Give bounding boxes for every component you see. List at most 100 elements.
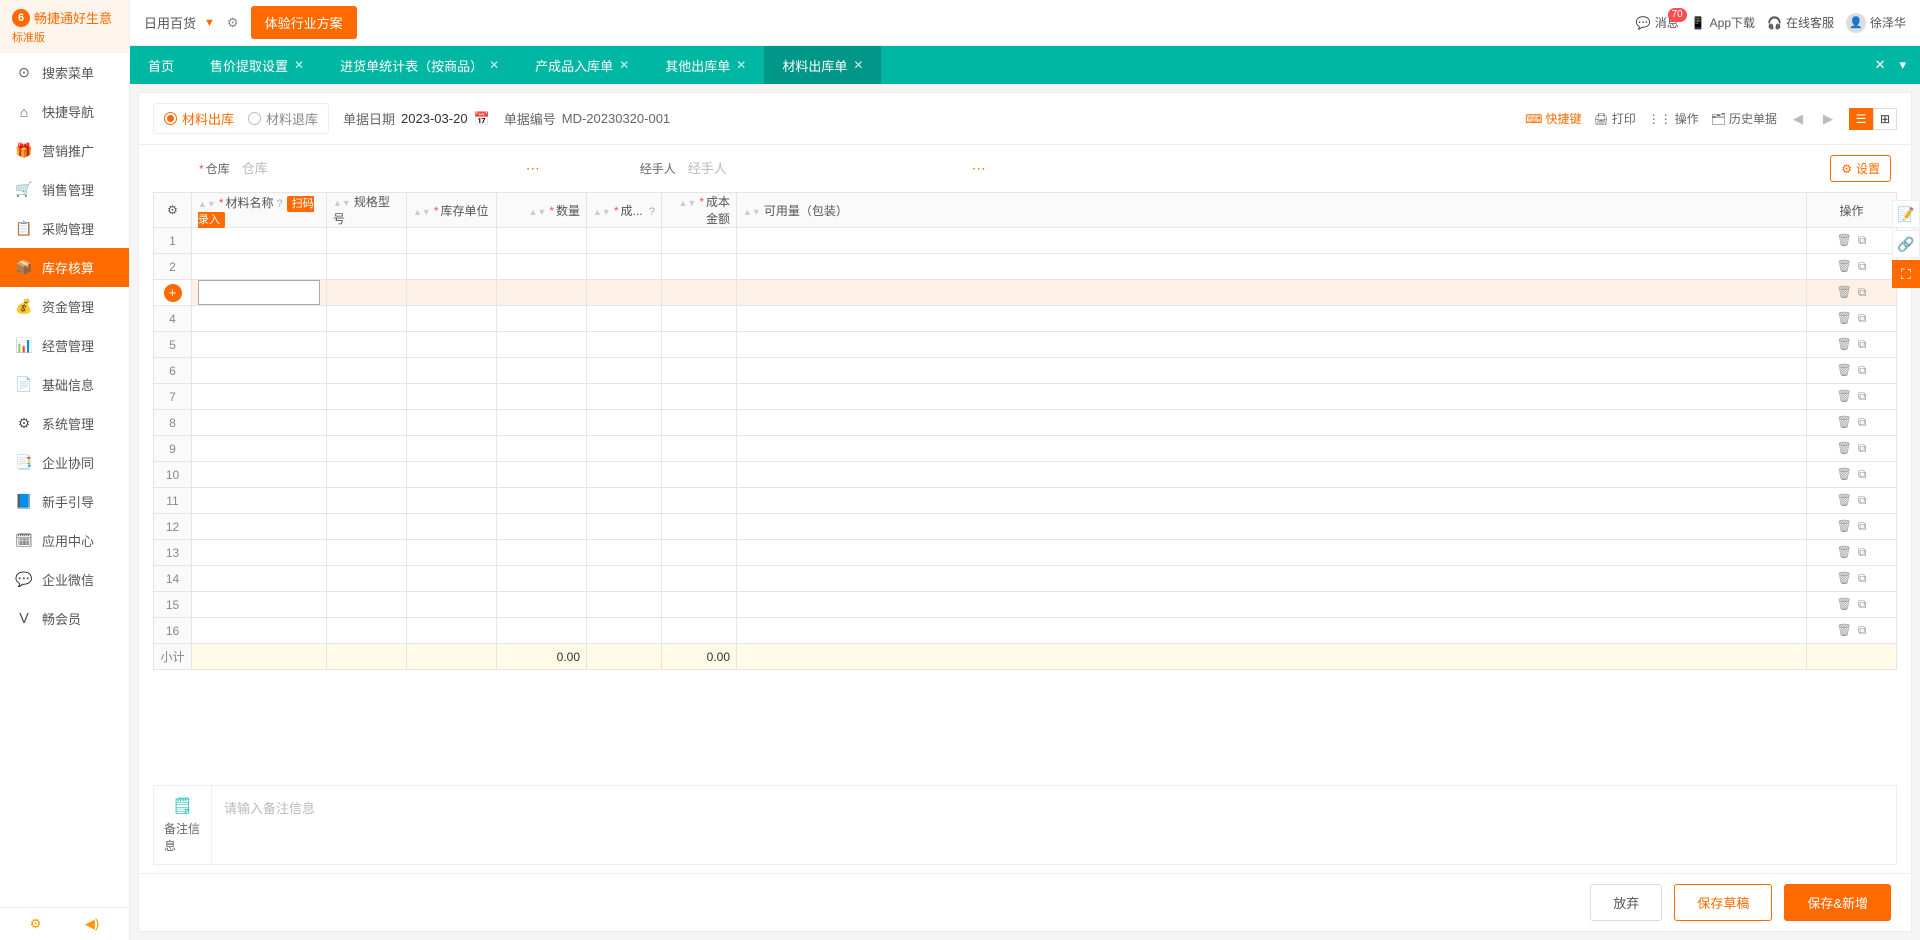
tab-2[interactable]: 进货单统计表（按商品）✕ [322, 46, 517, 84]
cell-total[interactable] [662, 514, 737, 540]
cell-cost[interactable] [587, 618, 662, 644]
footer-collapse-icon[interactable]: ◀) [85, 916, 99, 932]
cell-cost[interactable] [587, 436, 662, 462]
cell-unit[interactable] [407, 332, 497, 358]
dept-settings-icon[interactable]: ⚙ [227, 15, 239, 31]
cell-name[interactable] [192, 306, 327, 332]
cell-cost[interactable] [587, 566, 662, 592]
cell-avail[interactable] [737, 618, 1807, 644]
delete-row-icon[interactable]: 🗑 [1837, 389, 1852, 403]
cell-qty[interactable] [497, 254, 587, 280]
cell-avail[interactable] [737, 332, 1807, 358]
tabs-menu-icon[interactable]: ▾ [1895, 53, 1910, 77]
cell-name[interactable] [192, 280, 327, 306]
radio-material-out[interactable]: 材料出库 [164, 109, 234, 128]
copy-row-icon[interactable]: ⧉ [1858, 493, 1867, 507]
th-unit[interactable]: ▲▼*库存单位 [407, 193, 497, 228]
cell-spec[interactable] [327, 254, 407, 280]
cell-spec[interactable] [327, 410, 407, 436]
cell-spec[interactable] [327, 384, 407, 410]
cell-name[interactable] [192, 514, 327, 540]
save-draft-button[interactable]: 保存草稿 [1674, 884, 1772, 921]
cell-name[interactable] [192, 384, 327, 410]
remarks-input[interactable] [212, 786, 1896, 842]
cell-unit[interactable] [407, 358, 497, 384]
cell-avail[interactable] [737, 228, 1807, 254]
delete-row-icon[interactable]: 🗑 [1837, 363, 1852, 377]
cell-name[interactable] [192, 462, 327, 488]
cell-name[interactable] [192, 410, 327, 436]
copy-row-icon[interactable]: ⧉ [1858, 467, 1867, 481]
th-name[interactable]: ▲▼*材料名称?扫码录入 [192, 193, 327, 228]
cell-qty[interactable] [497, 228, 587, 254]
cell-unit[interactable] [407, 254, 497, 280]
cell-total[interactable] [662, 410, 737, 436]
delete-row-icon[interactable]: 🗑 [1837, 233, 1852, 247]
copy-row-icon[interactable]: ⧉ [1858, 441, 1867, 455]
delete-row-icon[interactable]: 🗑 [1837, 311, 1852, 325]
cell-qty[interactable] [497, 592, 587, 618]
cell-total[interactable] [662, 332, 737, 358]
th-cost[interactable]: ▲▼*成... ? [587, 193, 662, 228]
cell-spec[interactable] [327, 618, 407, 644]
discard-button[interactable]: 放弃 [1590, 884, 1662, 921]
cell-qty[interactable] [497, 618, 587, 644]
cell-total[interactable] [662, 254, 737, 280]
cell-qty[interactable] [497, 540, 587, 566]
cell-unit[interactable] [407, 618, 497, 644]
view-list-icon[interactable]: ☰ [1849, 108, 1873, 130]
cell-total[interactable] [662, 540, 737, 566]
prev-doc-icon[interactable]: ◀ [1789, 111, 1807, 127]
cell-spec[interactable] [327, 228, 407, 254]
cell-avail[interactable] [737, 566, 1807, 592]
operations-button[interactable]: ⋮⋮ 操作 [1648, 110, 1699, 127]
cell-qty[interactable] [497, 384, 587, 410]
add-row-button[interactable]: + [164, 284, 182, 302]
cell-qty[interactable] [497, 358, 587, 384]
cell-total[interactable] [662, 228, 737, 254]
copy-row-icon[interactable]: ⧉ [1858, 519, 1867, 533]
footer-gear-icon[interactable]: ⚙ [30, 916, 42, 932]
cell-cost[interactable] [587, 514, 662, 540]
cell-avail[interactable] [737, 410, 1807, 436]
cell-cost[interactable] [587, 280, 662, 306]
cell-total[interactable] [662, 618, 737, 644]
copy-row-icon[interactable]: ⧉ [1858, 389, 1867, 403]
radio-material-return[interactable]: 材料退库 [248, 109, 318, 128]
tab-close-icon[interactable]: ✕ [489, 58, 499, 72]
cell-total[interactable] [662, 566, 737, 592]
sidebar-item-sales[interactable]: 🛒销售管理 [0, 170, 129, 209]
cell-total[interactable] [662, 358, 737, 384]
sidebar-item-business[interactable]: 📊经营管理 [0, 326, 129, 365]
customer-service-button[interactable]: 🎧 在线客服 [1767, 14, 1834, 31]
tab-close-icon[interactable]: ✕ [619, 58, 629, 72]
settings-button[interactable]: ⚙ 设置 [1830, 155, 1891, 182]
tab-close-icon[interactable]: ✕ [294, 58, 304, 72]
cell-spec[interactable] [327, 540, 407, 566]
material-name-input[interactable] [198, 280, 320, 305]
delete-row-icon[interactable]: 🗑 [1837, 493, 1852, 507]
delete-row-icon[interactable]: 🗑 [1837, 441, 1852, 455]
sidebar-item-basic[interactable]: 📄基础信息 [0, 365, 129, 404]
cell-total[interactable] [662, 436, 737, 462]
tab-4[interactable]: 其他出库单✕ [647, 46, 764, 84]
cell-spec[interactable] [327, 332, 407, 358]
cell-qty[interactable] [497, 514, 587, 540]
copy-row-icon[interactable]: ⧉ [1858, 337, 1867, 351]
cell-unit[interactable] [407, 488, 497, 514]
cell-avail[interactable] [737, 514, 1807, 540]
cell-total[interactable] [662, 488, 737, 514]
cell-cost[interactable] [587, 592, 662, 618]
user-menu[interactable]: 👤 徐泽华 [1846, 13, 1906, 33]
th-spec[interactable]: ▲▼规格型号 [327, 193, 407, 228]
cell-cost[interactable] [587, 358, 662, 384]
copy-row-icon[interactable]: ⧉ [1858, 233, 1867, 247]
cell-name[interactable] [192, 566, 327, 592]
cell-avail[interactable] [737, 384, 1807, 410]
copy-row-icon[interactable]: ⧉ [1858, 597, 1867, 611]
cell-qty[interactable] [497, 280, 587, 306]
cell-qty[interactable] [497, 332, 587, 358]
history-button[interactable]: 🗂 历史单据 [1711, 110, 1777, 127]
handler-more-icon[interactable]: ⋯ [972, 160, 986, 177]
cell-avail[interactable] [737, 436, 1807, 462]
